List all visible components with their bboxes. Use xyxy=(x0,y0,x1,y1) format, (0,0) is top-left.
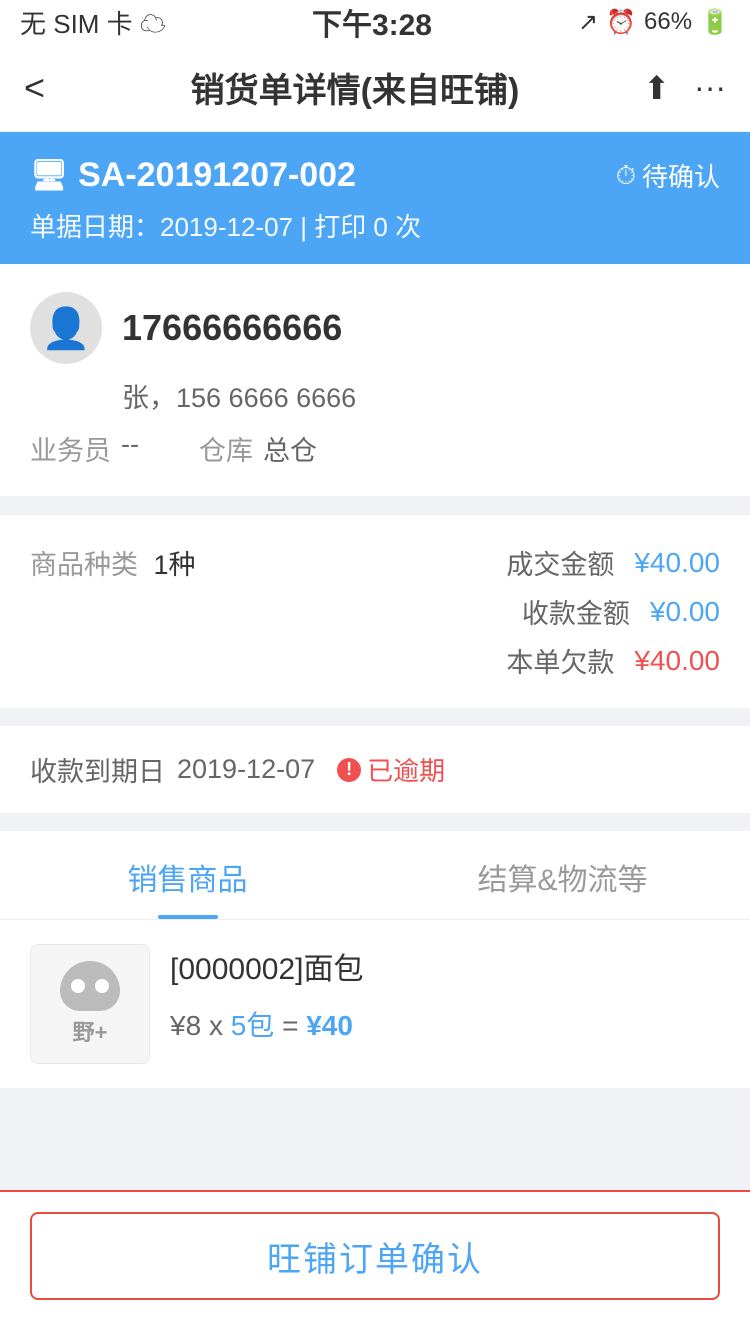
nav-bar: < 销货单详情(来自旺铺) ⬆ ··· xyxy=(0,44,750,132)
avatar: 👤 xyxy=(30,292,102,364)
share-icon[interactable]: ⬆ xyxy=(643,69,670,107)
overdue-badge: ! 已逾期 xyxy=(337,751,445,788)
received-label: 收款金额 xyxy=(522,592,630,631)
owl-eye-right xyxy=(95,979,109,993)
tabs: 销售商品 结算&物流等 xyxy=(0,831,750,920)
product-info: [0000002]面包 ¥8 x 5包 = ¥40 xyxy=(170,944,720,1044)
status-text: 待确认 xyxy=(642,157,720,194)
alarm-icon: ⏰ xyxy=(606,8,636,37)
product-owl-logo: 野+ xyxy=(60,961,120,1047)
warehouse-label: 仓库 xyxy=(199,429,253,468)
order-header: 🖥 SA-20191207-002 ⏱ 待确认 单据日期：2019-12-07 … xyxy=(0,132,750,264)
tabs-section: 销售商品 结算&物流等 xyxy=(0,831,750,920)
navigation-icon: ↗ xyxy=(578,8,598,37)
salesperson-item: 业务员 -- xyxy=(30,429,139,468)
product-types: 商品种类 1种 xyxy=(30,543,196,582)
product-name: [0000002]面包 xyxy=(170,944,720,988)
amounts-section: 成交金额 ¥40.00 收款金额 ¥0.00 本单欠款 ¥40.00 xyxy=(506,543,720,680)
tab-sales-products[interactable]: 销售商品 xyxy=(0,831,375,919)
order-header-top: 🖥 SA-20191207-002 ⏱ 待确认 xyxy=(30,156,720,195)
owl-eyes xyxy=(71,979,109,993)
more-icon[interactable]: ··· xyxy=(694,69,726,106)
due-value: ¥40.00 xyxy=(634,645,720,677)
order-date: 单据日期：2019-12-07 | 打印 0 次 xyxy=(30,207,720,244)
customer-name: 张，156 6666 6666 xyxy=(122,376,720,415)
tab-settlement-logistics[interactable]: 结算&物流等 xyxy=(375,831,750,919)
equals-sign: = xyxy=(282,1010,298,1041)
transaction-row: 成交金额 ¥40.00 xyxy=(506,543,720,582)
customer-meta: 业务员 -- 仓库 总仓 xyxy=(30,429,720,468)
battery-status: 66% xyxy=(644,8,692,36)
avatar-icon: 👤 xyxy=(41,305,91,352)
sim-status: 无 SIM 卡 ☁ xyxy=(20,4,166,41)
product-thumbnail: 野+ xyxy=(30,944,150,1064)
owl-eye-left xyxy=(71,979,85,993)
transaction-label: 成交金额 xyxy=(506,543,614,582)
back-button[interactable]: < xyxy=(24,67,84,109)
customer-phone: 17666666666 xyxy=(122,307,342,349)
due-date-value: 2019-12-07 xyxy=(177,754,315,785)
order-status: ⏱ 待确认 xyxy=(616,157,720,194)
product-section: 野+ [0000002]面包 ¥8 x 5包 = ¥40 xyxy=(0,920,750,1088)
price-qty: 5包 xyxy=(231,1010,275,1041)
customer-top: 👤 17666666666 xyxy=(30,292,720,364)
summary-row: 商品种类 1种 成交金额 ¥40.00 收款金额 ¥0.00 本单欠款 ¥40.… xyxy=(30,543,720,680)
page-title: 销货单详情(来自旺铺) xyxy=(84,63,626,112)
warehouse-item: 仓库 总仓 xyxy=(199,429,317,468)
due-date-label: 收款到期日 xyxy=(30,750,165,789)
product-types-value: 1种 xyxy=(154,550,196,580)
salesperson-value: -- xyxy=(121,429,139,468)
product-price: ¥8 x 5包 = ¥40 xyxy=(170,1004,720,1044)
customer-section: 👤 17666666666 张，156 6666 6666 业务员 -- 仓库 … xyxy=(0,264,750,496)
price-unit: ¥8 xyxy=(170,1010,201,1041)
price-multiply: x xyxy=(209,1010,223,1041)
transaction-value: ¥40.00 xyxy=(634,547,720,579)
overdue-text: 已逾期 xyxy=(367,751,445,788)
owl-body xyxy=(60,961,120,1011)
due-label: 本单欠款 xyxy=(506,641,614,680)
status-bar: 无 SIM 卡 ☁ 下午3:28 ↗ ⏰ 66% 🔋 xyxy=(0,0,750,44)
status-time: 下午3:28 xyxy=(312,0,432,44)
product-types-label: 商品种类 xyxy=(30,550,138,580)
status-left: 无 SIM 卡 ☁ xyxy=(20,4,166,41)
product-brand-label: 野+ xyxy=(73,1015,108,1047)
nav-actions: ⬆ ··· xyxy=(626,69,726,107)
warehouse-value: 总仓 xyxy=(263,429,317,468)
clock-icon: ⏱ xyxy=(616,160,636,192)
salesperson-label: 业务员 xyxy=(30,429,111,468)
summary-section: 商品种类 1种 成交金额 ¥40.00 收款金额 ¥0.00 本单欠款 ¥40.… xyxy=(0,515,750,708)
due-date-section: 收款到期日 2019-12-07 ! 已逾期 xyxy=(0,726,750,813)
status-right: ↗ ⏰ 66% 🔋 xyxy=(578,8,730,37)
overdue-warning-icon: ! xyxy=(337,758,361,782)
battery-icon: 🔋 xyxy=(700,8,730,37)
price-total: ¥40 xyxy=(306,1010,353,1041)
received-value: ¥0.00 xyxy=(650,596,720,628)
due-row: 本单欠款 ¥40.00 xyxy=(506,641,720,680)
confirm-order-button[interactable]: 旺铺订单确认 xyxy=(30,1212,720,1300)
bottom-bar: 旺铺订单确认 xyxy=(0,1190,750,1334)
order-icon: 🖥 xyxy=(30,158,68,193)
received-row: 收款金额 ¥0.00 xyxy=(522,592,720,631)
order-id: 🖥 SA-20191207-002 xyxy=(30,156,356,195)
